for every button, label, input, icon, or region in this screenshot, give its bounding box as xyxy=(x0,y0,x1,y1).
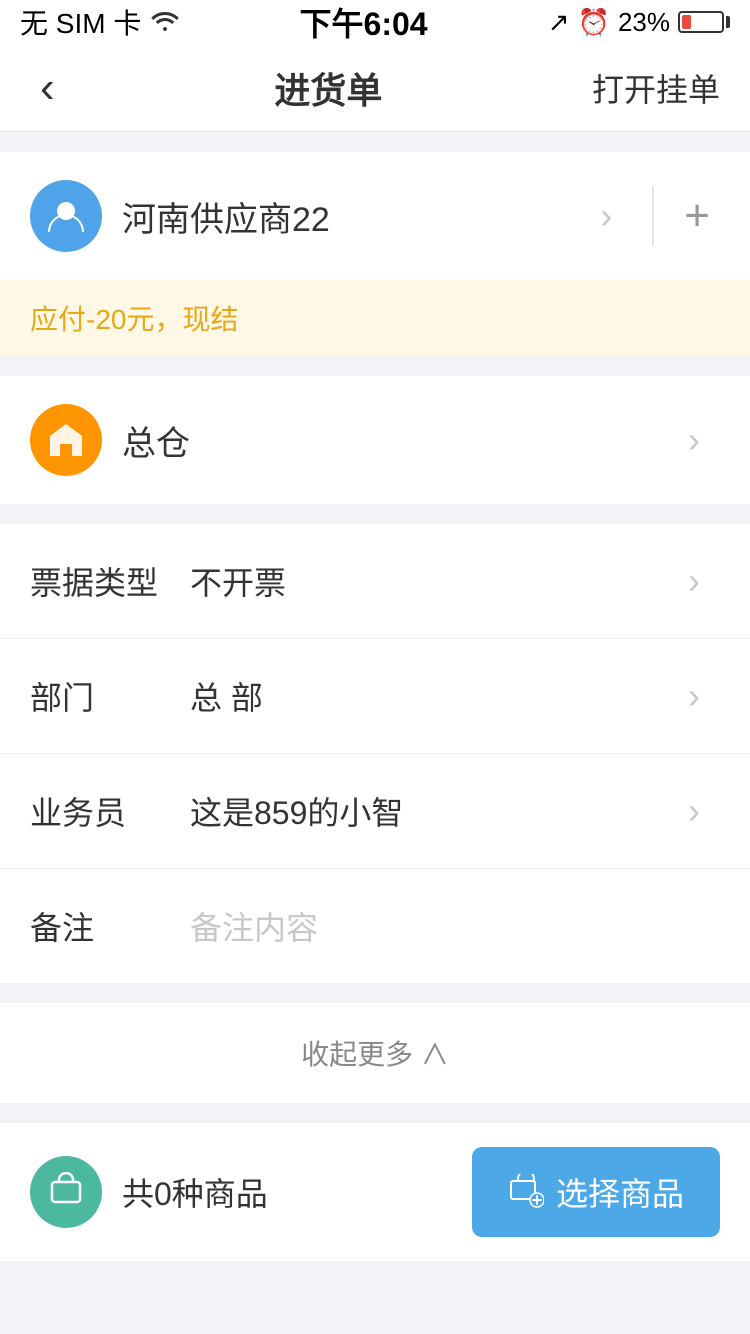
select-product-label: 选择商品 xyxy=(556,1169,684,1215)
warehouse-row[interactable]: 总仓 › xyxy=(0,376,750,504)
nav-bar: ‹ 进货单 打开挂单 xyxy=(0,44,750,132)
wifi-icon xyxy=(151,6,179,38)
supplier-row[interactable]: 河南供应商22 › + xyxy=(0,152,750,280)
supplier-card: 河南供应商22 › + 应付-20元，现结 xyxy=(0,152,750,356)
salesperson-chevron-icon: › xyxy=(688,790,700,832)
open-pending-button[interactable]: 打开挂单 xyxy=(592,65,720,111)
warehouse-chevron-icon: › xyxy=(688,419,700,461)
department-label: 部门 xyxy=(30,673,170,719)
invoice-value: 不开票 xyxy=(170,558,688,604)
invoice-chevron-icon: › xyxy=(688,560,700,602)
form-row-salesperson[interactable]: 业务员 这是859的小智 › xyxy=(0,754,750,869)
notice-bar: 应付-20元，现结 xyxy=(0,280,750,356)
section-gap-1 xyxy=(0,132,750,152)
select-product-button[interactable]: 选择商品 xyxy=(472,1147,720,1237)
notice-text: 应付-20元，现结 xyxy=(30,304,238,335)
remark-input[interactable]: 备注内容 xyxy=(170,903,720,949)
bottom-bar: 共0种商品 选择商品 xyxy=(0,1123,750,1261)
form-section: 票据类型 不开票 › 部门 总 部 › 业务员 这是859的小智 › 备注 备注… xyxy=(0,524,750,983)
status-left: 无 SIM 卡 xyxy=(20,2,179,42)
location-icon: ↗ xyxy=(548,7,570,38)
department-chevron-icon: › xyxy=(688,675,700,717)
warehouse-name: 总仓 xyxy=(122,416,688,465)
salesperson-label: 业务员 xyxy=(30,788,170,834)
status-bar: 无 SIM 卡 下午6:04 ↗ ⏰ 23% xyxy=(0,0,750,44)
salesperson-value: 这是859的小智 xyxy=(170,788,688,834)
collapse-button[interactable]: 收起更多 ∧ xyxy=(0,1003,750,1103)
page-title: 进货单 xyxy=(274,62,382,114)
form-row-remark[interactable]: 备注 备注内容 xyxy=(0,869,750,983)
supplier-chevron-icon: › xyxy=(600,195,612,237)
invoice-label: 票据类型 xyxy=(30,558,170,604)
alarm-icon: ⏰ xyxy=(578,7,610,38)
carrier-text: 无 SIM 卡 xyxy=(20,2,141,42)
product-icon xyxy=(30,1156,102,1228)
form-row-invoice[interactable]: 票据类型 不开票 › xyxy=(0,524,750,639)
status-time: 下午6:04 xyxy=(300,0,428,45)
add-supplier-button[interactable]: + xyxy=(674,191,720,241)
supplier-name: 河南供应商22 xyxy=(122,192,600,241)
battery-indicator xyxy=(678,11,730,33)
warehouse-icon xyxy=(30,404,102,476)
product-count-text: 共0种商品 xyxy=(122,1169,452,1215)
divider xyxy=(652,186,654,246)
remark-label: 备注 xyxy=(30,903,170,949)
battery-text: 23% xyxy=(618,7,670,38)
supplier-avatar xyxy=(30,180,102,252)
form-row-department[interactable]: 部门 总 部 › xyxy=(0,639,750,754)
status-right: ↗ ⏰ 23% xyxy=(548,7,730,38)
back-button[interactable]: ‹ xyxy=(30,63,65,113)
department-value: 总 部 xyxy=(170,673,688,719)
